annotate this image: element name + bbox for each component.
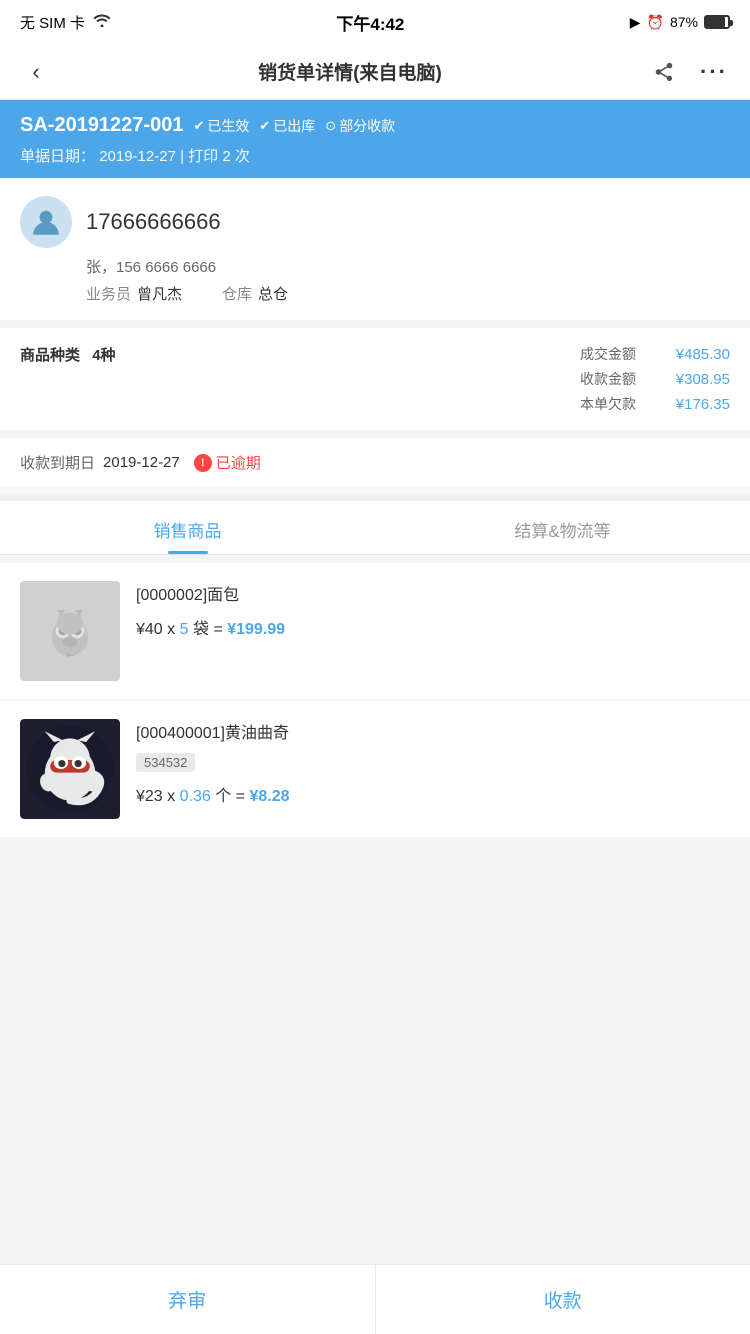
received-value: ¥308.95 (650, 371, 730, 388)
alarm-icon: ⏰ (647, 14, 664, 31)
status-left: 无 SIM 卡 (20, 12, 111, 33)
staff-row: 业务员 曾凡杰 仓库 总仓 (86, 283, 730, 304)
avatar-icon (30, 206, 62, 238)
svg-text:B+: B+ (66, 653, 74, 659)
battery-label: 87% (670, 14, 698, 30)
due-label: 收款到期日 (20, 452, 95, 473)
overdue-dot-icon: ! (194, 454, 212, 472)
tab-settlement[interactable]: 结算&物流等 (375, 501, 750, 554)
product-qty-2: 0.36 (180, 788, 211, 805)
avatar (20, 196, 72, 248)
status-time: 下午4:42 (336, 10, 404, 35)
status-bar: 无 SIM 卡 下午4:42 ▶ ⏰ 87% (0, 0, 750, 44)
item-count: 商品种类 4种 (20, 344, 116, 365)
abandon-review-button[interactable]: 弃审 (0, 1265, 375, 1334)
product-price-2: ¥23 x 0.36 个 = ¥8.28 (136, 782, 730, 806)
check-icon-shipped: ✔ (259, 118, 270, 134)
tab-underline (168, 551, 208, 554)
debt-row: 本单欠款 ¥176.35 (580, 394, 730, 414)
order-id-row: SA-20191227-001 ✔ 已生效 ✔ 已出库 ⊙ 部分收款 (20, 114, 730, 137)
product-qty-1: 5 (180, 621, 189, 638)
product-name-1: [0000002]面包 (136, 581, 730, 605)
page-title: 销货单详情(来自电脑) (258, 58, 442, 85)
table-row: B+ [0000002]面包 ¥40 x 5 袋 = ¥199.99 (0, 563, 750, 699)
tabs-border (0, 554, 750, 555)
location-icon: ▶ (630, 14, 641, 31)
product-image-icon-2 (25, 724, 115, 814)
overdue-text: 已逾期 (216, 452, 261, 473)
owl-icon: B+ (40, 601, 100, 661)
customer-row: 17666666666 (20, 196, 730, 248)
product-total-2: ¥8.28 (249, 788, 289, 805)
back-button[interactable]: ‹ (20, 56, 52, 88)
product-name-2: [000400001]黄油曲奇 (136, 719, 730, 743)
due-date-section: 收款到期日 2019-12-27 ! 已逾期 (0, 438, 750, 487)
order-header: SA-20191227-001 ✔ 已生效 ✔ 已出库 ⊙ 部分收款 单据日期：… (0, 100, 750, 178)
status-badge-partial: ⊙ 部分收款 (325, 116, 395, 136)
summary-left: 商品种类 4种 (20, 344, 116, 365)
status-right: ▶ ⏰ 87% (630, 14, 730, 31)
received-label: 收款金额 (580, 369, 636, 389)
overdue-badge: ! 已逾期 (194, 452, 261, 473)
due-date-value: 2019-12-27 (103, 454, 180, 471)
product-price-1: ¥40 x 5 袋 = ¥199.99 (136, 615, 730, 639)
table-row: [000400001]黄油曲奇 534532 ¥23 x 0.36 个 = ¥8… (0, 701, 750, 837)
product-thumbnail-1: B+ (20, 581, 120, 681)
nav-actions: ··· (648, 56, 730, 88)
status-badge-shipped: ✔ 已出库 (259, 116, 315, 136)
amount-label: 成交金额 (580, 344, 636, 364)
more-button[interactable]: ··· (698, 56, 730, 88)
product-list: B+ [0000002]面包 ¥40 x 5 袋 = ¥199.99 (0, 563, 750, 837)
nav-bar: ‹ 销货单详情(来自电脑) ··· (0, 44, 750, 100)
product-info-1: [0000002]面包 ¥40 x 5 袋 = ¥199.99 (136, 581, 730, 639)
amount-value: ¥485.30 (650, 346, 730, 363)
status-badge-active: ✔ 已生效 (193, 116, 249, 136)
battery-icon (704, 15, 730, 29)
more-icon: ··· (700, 59, 728, 85)
order-id: SA-20191227-001 (20, 114, 183, 137)
product-info-2: [000400001]黄油曲奇 534532 ¥23 x 0.36 个 = ¥8… (136, 719, 730, 806)
check-icon-active: ✔ (193, 118, 204, 134)
clock-icon: ⊙ (325, 118, 336, 134)
customer-section: 17666666666 张，156 6666 6666 业务员 曾凡杰 仓库 总… (0, 178, 750, 320)
wifi-icon (93, 13, 111, 31)
customer-name-phone: 张，156 6666 6666 (86, 256, 730, 277)
share-icon (653, 61, 675, 83)
status-badges: ✔ 已生效 ✔ 已出库 ⊙ 部分收款 (193, 116, 395, 136)
tabs-section: 销售商品 结算&物流等 (0, 501, 750, 555)
bottom-bar: 弃审 收款 (0, 1264, 750, 1334)
order-meta: 单据日期： 2019-12-27 | 打印 2 次 (20, 145, 730, 166)
tab-sales-products[interactable]: 销售商品 (0, 501, 375, 554)
customer-id: 17666666666 (86, 209, 221, 235)
summary-section: 商品种类 4种 成交金额 ¥485.30 收款金额 ¥308.95 本单欠款 ¥… (0, 328, 750, 430)
staff-name: 曾凡杰 (137, 283, 182, 304)
product-thumbnail-2 (20, 719, 120, 819)
back-arrow-icon: ‹ (32, 59, 39, 85)
carrier-label: 无 SIM 卡 (20, 12, 85, 33)
debt-value: ¥176.35 (650, 396, 730, 413)
collect-payment-button[interactable]: 收款 (376, 1265, 750, 1334)
debt-label: 本单欠款 (580, 394, 636, 414)
share-button[interactable] (648, 56, 680, 88)
product-image-2 (20, 719, 120, 819)
product-tag-2: 534532 (136, 753, 195, 772)
summary-right: 成交金额 ¥485.30 收款金额 ¥308.95 本单欠款 ¥176.35 (580, 344, 730, 414)
received-row: 收款金额 ¥308.95 (580, 369, 730, 389)
product-total-1: ¥199.99 (227, 621, 285, 638)
warehouse-label: 仓库 (222, 283, 252, 304)
amount-row: 成交金额 ¥485.30 (580, 344, 730, 364)
tabs-row: 销售商品 结算&物流等 (0, 501, 750, 554)
warehouse-name: 总仓 (258, 283, 288, 304)
staff-label: 业务员 (86, 283, 131, 304)
